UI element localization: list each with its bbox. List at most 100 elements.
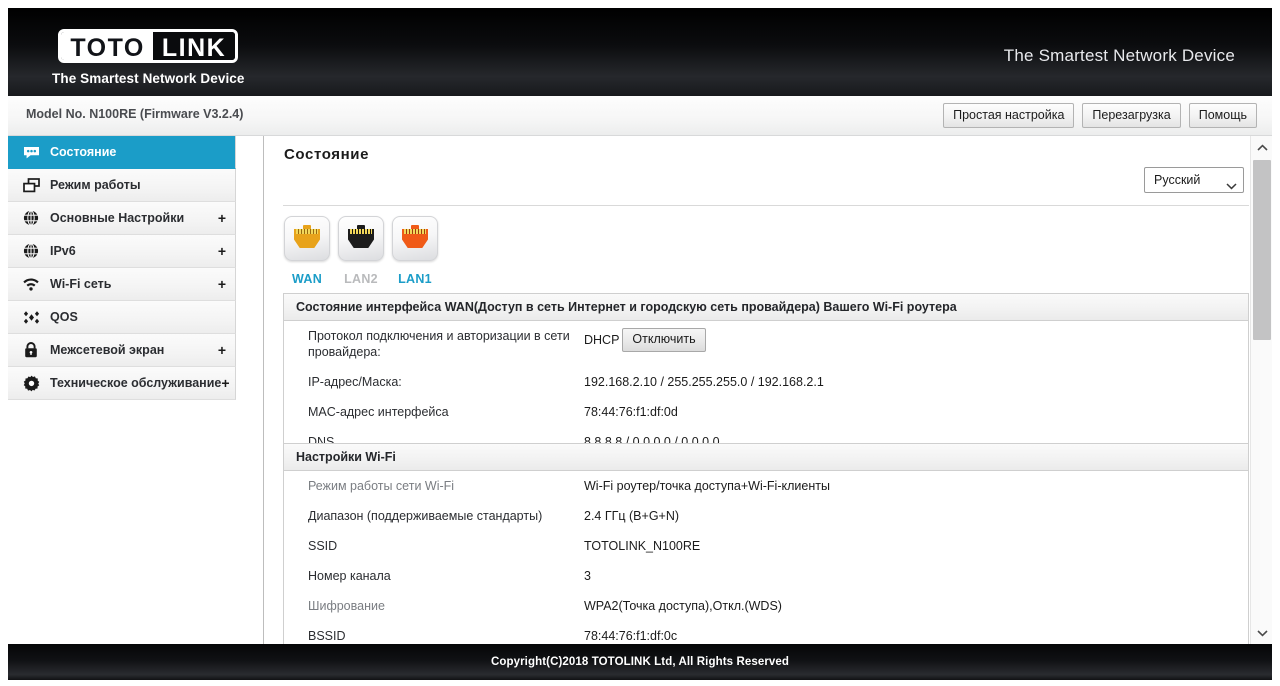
row-label: Шифрование [308, 599, 385, 613]
main-content: Состояние Русский WAN LAN2 LAN1 Состояни… [264, 136, 1250, 644]
header-button-group: Простая настройка Перезагрузка Помощь [943, 103, 1257, 128]
port-wan[interactable]: WAN [284, 216, 330, 286]
table-row: Номер канала 3 [284, 561, 1248, 591]
sidebar-item-basic-settings[interactable]: Основные Настройки + [8, 202, 236, 235]
rj45-jack-icon [338, 216, 384, 261]
page-frame-left [0, 0, 8, 686]
sidebar: Состояние Режим работы Основные Настройк… [8, 136, 264, 644]
expand-plus-icon[interactable]: + [218, 343, 226, 357]
row-value: 192.168.2.10 / 255.255.255.0 / 192.168.2… [584, 375, 824, 389]
table-row: IP-адрес/Маска: 192.168.2.10 / 255.255.2… [284, 367, 1248, 397]
sidebar-menu: Состояние Режим работы Основные Настройк… [8, 136, 236, 400]
table-row: SSID TOTOLINK_N100RE [284, 531, 1248, 561]
row-label: Протокол подключения и авторизации в сет… [308, 329, 570, 359]
scroll-up-icon[interactable] [1251, 136, 1272, 158]
table-row: Диапазон (поддерживаемые стандарты) 2.4 … [284, 501, 1248, 531]
sidebar-item-label: Основные Настройки [50, 211, 185, 225]
help-button[interactable]: Помощь [1188, 103, 1257, 128]
router-admin-page: TOTO LINK The Smartest Network Device Th… [0, 0, 1280, 686]
sidebar-item-firewall[interactable]: Межсетевой экран + [8, 334, 236, 367]
port-lan2[interactable]: LAN2 [338, 216, 384, 286]
port-lan1[interactable]: LAN1 [392, 216, 438, 286]
model-number-text: Model No. N100RE (Firmware V3.2.4) [26, 107, 244, 121]
chat-bubble-icon [20, 143, 42, 161]
row-label: MAC-адрес интерфейса [308, 405, 449, 419]
row-label: Режим работы сети Wi-Fi [308, 479, 455, 493]
expand-plus-icon[interactable]: + [218, 277, 226, 291]
disconnect-button[interactable]: Отключить [622, 328, 706, 352]
row-value: 3 [584, 569, 591, 583]
row-label: IP-адрес/Маска: [308, 375, 402, 389]
sidebar-item-maintenance[interactable]: Техническое обслуживание + [8, 367, 236, 400]
row-value: 78:44:76:f1:df:0d [584, 405, 678, 419]
wifi-icon [20, 275, 42, 293]
easy-setup-button[interactable]: Простая настройка [943, 103, 1075, 128]
globe-icon [20, 209, 42, 227]
sidebar-item-label: Межсетевой экран [50, 343, 165, 357]
sidebar-item-operation-mode[interactable]: Режим работы [8, 169, 236, 202]
rj45-jack-icon [392, 216, 438, 261]
wan-rows: Протокол подключения и авторизации в сет… [284, 321, 1248, 457]
site-footer: Copyright(C)2018 TOTOLINK Ltd, All Right… [8, 644, 1272, 680]
logo-tagline: The Smartest Network Device [52, 71, 245, 86]
logo-box: TOTO LINK [58, 29, 239, 63]
row-label: SSID [308, 539, 338, 553]
row-value-group: DHCP Отключить [584, 328, 1248, 352]
wan-status-section: Состояние интерфейса WAN(Доступ в сеть И… [283, 293, 1249, 458]
language-select[interactable]: Русский [1144, 167, 1244, 193]
sidebar-item-label: Техническое обслуживание [50, 376, 222, 390]
gear-icon [20, 374, 42, 392]
scroll-down-icon[interactable] [1251, 622, 1272, 644]
table-row: Протокол подключения и авторизации в сет… [284, 321, 1248, 367]
lock-icon [20, 341, 42, 359]
sidebar-item-label: Режим работы [50, 178, 141, 192]
page-frame-top [0, 0, 1280, 8]
content-divider [283, 205, 1249, 206]
row-label: BSSID [308, 629, 346, 643]
chevron-down-icon [1226, 177, 1237, 189]
windows-icon [20, 176, 42, 194]
table-row: BSSID 78:44:76:f1:df:0c [284, 621, 1248, 644]
copyright-text: Copyright(C)2018 TOTOLINK Ltd, All Right… [490, 656, 790, 668]
rj45-jack-icon [284, 216, 330, 261]
expand-plus-icon[interactable]: + [218, 244, 226, 258]
row-label: Диапазон (поддерживаемые стандарты) [308, 509, 543, 523]
header-tagline: The Smartest Network Device [1003, 46, 1235, 65]
logo-text-link: LINK [152, 32, 236, 60]
reboot-button[interactable]: Перезагрузка [1082, 103, 1181, 128]
table-row: Режим работы сети Wi-Fi Wi-Fi роутер/точ… [284, 471, 1248, 501]
row-value: Wi-Fi роутер/точка доступа+Wi-Fi-клиенты [584, 479, 830, 493]
expand-plus-icon[interactable]: + [221, 376, 229, 390]
body-area: Состояние Режим работы Основные Настройк… [8, 136, 1272, 644]
row-value: 78:44:76:f1:df:0c [584, 629, 678, 643]
row-value: WPA2(Точка доступа),Откл.(WDS) [584, 599, 782, 613]
diamonds-icon [20, 308, 42, 326]
sidebar-item-label: Wi-Fi сеть [50, 277, 112, 291]
row-value: TOTOLINK_N100RE [584, 539, 701, 553]
sidebar-item-label: IPv6 [50, 244, 76, 258]
content-scrollbar[interactable] [1250, 136, 1272, 644]
sidebar-item-qos[interactable]: QOS [8, 301, 236, 334]
row-value: DHCP [584, 333, 620, 347]
logo-text-toto: TOTO [61, 32, 153, 60]
port-status-group: WAN LAN2 LAN1 [284, 216, 438, 286]
page-title: Состояние [284, 146, 370, 163]
wifi-settings-section: Настройки Wi-Fi Режим работы сети Wi-Fi … [283, 443, 1249, 644]
scrollbar-thumb[interactable] [1253, 160, 1271, 340]
sidebar-item-label: Состояние [50, 145, 117, 159]
row-label: Номер канала [308, 569, 391, 583]
wifi-section-title: Настройки Wi-Fi [284, 444, 1248, 471]
table-row: MAC-адрес интерфейса 78:44:76:f1:df:0d [284, 397, 1248, 427]
wan-section-title: Состояние интерфейса WAN(Доступ в сеть И… [284, 294, 1248, 321]
port-label: WAN [291, 272, 323, 286]
model-bar: Model No. N100RE (Firmware V3.2.4) Прост… [8, 96, 1272, 136]
expand-plus-icon[interactable]: + [218, 211, 226, 225]
port-label: LAN2 [344, 272, 378, 286]
row-value: 2.4 ГГц (B+G+N) [584, 509, 680, 523]
brand-logo[interactable]: TOTO LINK The Smartest Network Device [52, 29, 245, 86]
globe-icon [20, 242, 42, 260]
sidebar-item-ipv6[interactable]: IPv6 + [8, 235, 236, 268]
sidebar-item-wifi[interactable]: Wi-Fi сеть + [8, 268, 236, 301]
language-select-value: Русский [1154, 173, 1201, 187]
sidebar-item-status[interactable]: Состояние [8, 136, 236, 169]
